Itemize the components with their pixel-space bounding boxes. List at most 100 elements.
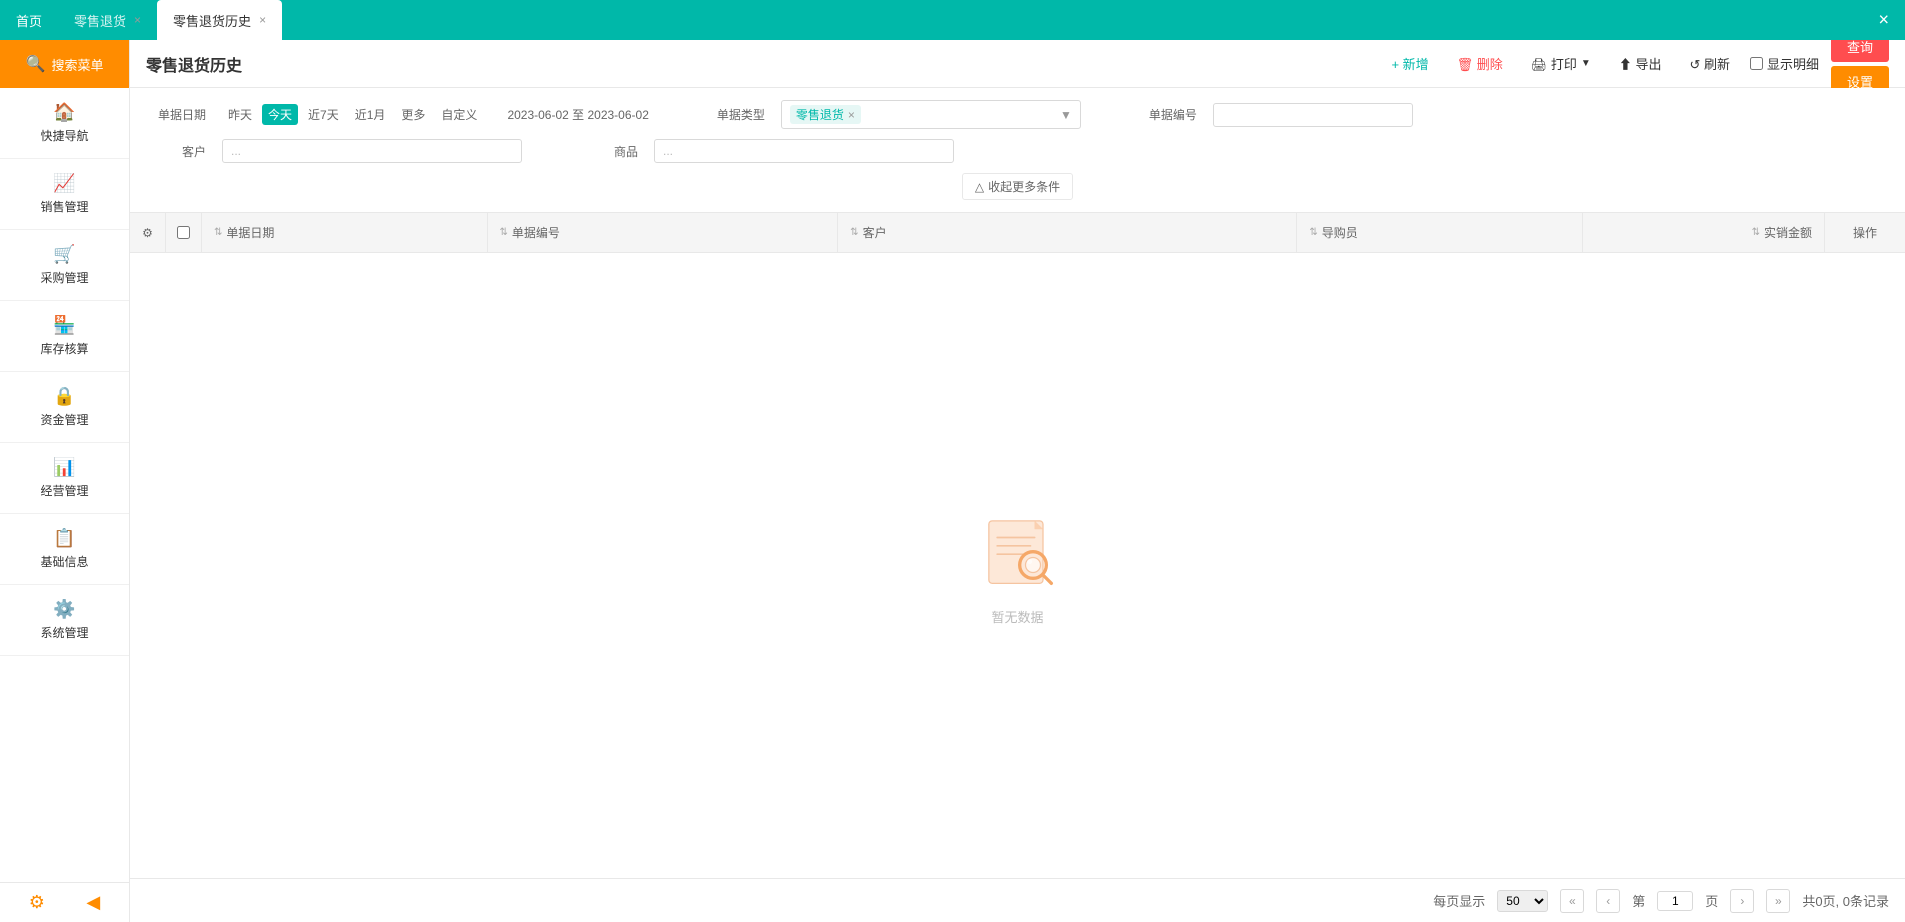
table-header: ⚙ ⇅ 单据日期 ⇅ 单据编号 ⇅ 客户 ⇅: [130, 213, 1905, 253]
num-filter-input[interactable]: [1213, 103, 1413, 127]
tab-retail-return[interactable]: 零售退货 ×: [58, 0, 157, 40]
next-page-button[interactable]: ›: [1730, 889, 1754, 913]
type-filter-tag: 零售退货 ×: [790, 105, 861, 124]
sort-icon-customer: ⇅: [850, 227, 858, 238]
date-range-display[interactable]: 2023-06-02 至 2023-06-02: [507, 106, 648, 123]
print-button-label: 🖨 打印: [1531, 54, 1577, 73]
sidebar-bottom: ⚙ ◀: [0, 882, 129, 922]
sidebar-item-sales-mgmt-label: 销售管理: [40, 198, 88, 215]
th-num[interactable]: ⇅ 单据编号: [488, 213, 839, 252]
sidebar-item-inventory[interactable]: 🏪 库存核算: [0, 301, 129, 372]
prev-page-button[interactable]: ‹: [1596, 889, 1620, 913]
page-label: 第: [1632, 891, 1645, 910]
export-button-label: ⬆ 导出: [1619, 54, 1662, 73]
th-date-label: 单据日期: [226, 224, 274, 241]
th-num-label: 单据编号: [512, 224, 560, 241]
tab-retail-return-label: 零售退货: [74, 11, 126, 30]
empty-illustration-svg: [968, 505, 1068, 595]
th-settings[interactable]: ⚙: [130, 213, 166, 252]
tab-retail-return-history-close[interactable]: ×: [259, 13, 266, 27]
tab-home[interactable]: 首页: [0, 0, 58, 40]
first-page-icon: «: [1569, 894, 1576, 908]
date-opt-more[interactable]: 更多: [395, 104, 431, 125]
type-filter-tag-text: 零售退货: [796, 106, 844, 123]
print-button[interactable]: 🖨 打印 ▼: [1523, 50, 1599, 77]
date-filter-label: 单据日期: [146, 106, 206, 123]
delete-button[interactable]: 🗑 删除: [1449, 50, 1511, 77]
display-detail-toggle[interactable]: 显示明细: [1750, 54, 1819, 73]
purchase-mgmt-icon: 🛒: [53, 244, 75, 265]
sidebar-item-purchase-mgmt[interactable]: 🛒 采购管理: [0, 230, 129, 301]
sort-icon-date: ⇅: [214, 227, 222, 238]
type-filter-remove[interactable]: ×: [848, 108, 855, 122]
th-date[interactable]: ⇅ 单据日期: [202, 213, 488, 252]
sidebar-item-system[interactable]: ⚙️ 系统管理: [0, 585, 129, 656]
last-page-button[interactable]: »: [1766, 889, 1790, 913]
query-button[interactable]: 查询: [1831, 40, 1889, 62]
collapse-sidebar-icon[interactable]: ◀: [86, 892, 100, 913]
date-opt-yesterday[interactable]: 昨天: [222, 104, 258, 125]
filter-area: 单据日期 昨天 今天 近7天 近1月 更多 自定义 2023-06-02 至 2…: [130, 88, 1905, 213]
quick-nav-icon: 🏠: [53, 102, 75, 123]
operation-icon: 📊: [53, 457, 75, 478]
date-opt-week[interactable]: 近7天: [302, 104, 345, 125]
tab-home-label: 首页: [16, 11, 42, 30]
sort-icon-amount: ⇅: [1752, 227, 1760, 238]
last-page-icon: »: [1775, 894, 1782, 908]
sidebar-menu: 🏠 快捷导航 📈 销售管理 🛒 采购管理 🏪 库存核算 🔒 资金管理 📊: [0, 88, 129, 882]
export-button[interactable]: ⬆ 导出: [1611, 50, 1670, 77]
th-customer[interactable]: ⇅ 客户: [838, 213, 1297, 252]
sidebar-item-operation[interactable]: 📊 经营管理: [0, 443, 129, 514]
new-button[interactable]: + 新增: [1383, 50, 1436, 77]
table-body: 暂无数据: [130, 253, 1905, 878]
filter-row-1: 单据日期 昨天 今天 近7天 近1月 更多 自定义 2023-06-02 至 2…: [146, 100, 1889, 129]
sidebar-item-sales-mgmt[interactable]: 📈 销售管理: [0, 159, 129, 230]
tab-retail-return-close[interactable]: ×: [134, 13, 141, 27]
settings-bottom-icon[interactable]: ⚙: [29, 892, 45, 913]
sidebar-item-basic-info[interactable]: 📋 基础信息: [0, 514, 129, 585]
next-page-icon: ›: [1740, 894, 1744, 908]
new-button-label: + 新增: [1391, 54, 1428, 73]
display-detail-label: 显示明细: [1767, 54, 1819, 73]
system-icon: ⚙️: [53, 599, 75, 620]
window-close-icon[interactable]: ×: [1878, 10, 1889, 31]
tab-retail-return-history-label: 零售退货历史: [173, 11, 251, 30]
type-filter-select[interactable]: 零售退货 × ▼: [781, 100, 1081, 129]
prev-page-icon: ‹: [1606, 894, 1610, 908]
sidebar-item-quick-nav[interactable]: 🏠 快捷导航: [0, 88, 129, 159]
th-action-label: 操作: [1853, 224, 1877, 241]
display-detail-checkbox[interactable]: [1750, 57, 1763, 70]
customer-filter-select[interactable]: ...: [222, 139, 522, 163]
tab-retail-return-history[interactable]: 零售退货历史 ×: [157, 0, 282, 40]
th-amount[interactable]: ⇅ 实销金额: [1583, 213, 1825, 252]
finance-icon: 🔒: [53, 386, 75, 407]
sort-icon-num: ⇅: [500, 227, 508, 238]
total-label: 共0页, 0条记录: [1802, 891, 1889, 910]
date-opt-today[interactable]: 今天: [262, 104, 298, 125]
delete-button-label: 🗑 删除: [1457, 54, 1503, 73]
th-check[interactable]: [166, 213, 202, 252]
page-size-label: 每页显示: [1433, 891, 1485, 910]
sidebar-search[interactable]: 🔍 搜索菜单: [0, 40, 129, 88]
page-number-input[interactable]: [1657, 891, 1693, 911]
content-area: 零售退货历史 + 新增 🗑 删除 🖨 打印 ▼ ⬆ 导出 ↺ 刷新: [130, 40, 1905, 922]
date-opt-month[interactable]: 近1月: [349, 104, 392, 125]
th-guide[interactable]: ⇅ 导购员: [1297, 213, 1583, 252]
th-amount-label: 实销金额: [1764, 224, 1812, 241]
collapse-filter-button[interactable]: △ 收起更多条件: [962, 173, 1073, 200]
select-all-checkbox[interactable]: [177, 226, 190, 239]
sort-icon-guide: ⇅: [1309, 227, 1317, 238]
refresh-button[interactable]: ↺ 刷新: [1681, 50, 1738, 77]
page-end-label: 页: [1705, 891, 1718, 910]
collapse-label: 收起更多条件: [988, 178, 1060, 195]
sidebar-item-finance[interactable]: 🔒 资金管理: [0, 372, 129, 443]
date-opt-custom[interactable]: 自定义: [435, 104, 483, 125]
th-customer-label: 客户: [863, 224, 887, 241]
goods-filter-label: 商品: [578, 143, 638, 160]
pagination-bar: 每页显示 50 10 20 100 « ‹ 第 页 ›: [130, 878, 1905, 922]
sidebar-item-operation-label: 经营管理: [40, 482, 88, 499]
first-page-button[interactable]: «: [1560, 889, 1584, 913]
page-size-select[interactable]: 50 10 20 100: [1497, 890, 1548, 912]
sidebar-item-system-label: 系统管理: [40, 624, 88, 641]
goods-filter-select[interactable]: ...: [654, 139, 954, 163]
